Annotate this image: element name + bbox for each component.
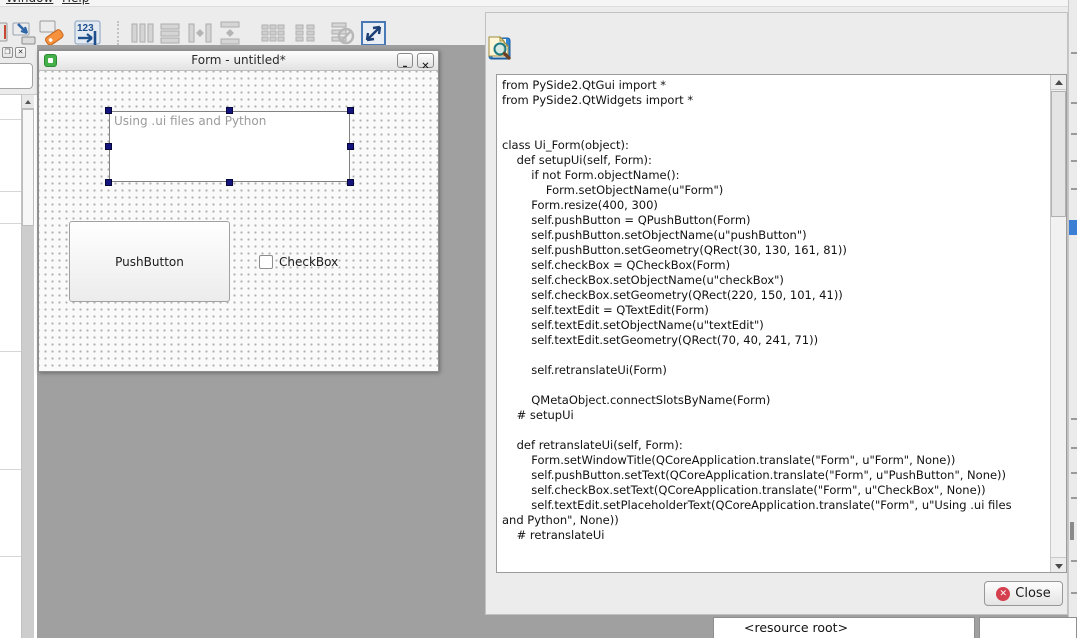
resource-browser-panel: <resource root> <box>713 617 975 638</box>
edit-tab-order-icon[interactable]: 123 <box>74 19 102 47</box>
selection-handle[interactable] <box>105 143 112 150</box>
widget-category-divider <box>0 556 22 557</box>
find-icon[interactable] <box>486 35 512 61</box>
qt-designer-screen: Window Help 123 <box>0 0 1077 638</box>
panel-float-icon[interactable]: ❐ <box>2 47 13 58</box>
tree-branch-tick <box>1071 52 1077 54</box>
panel-close-icon[interactable]: ✕ <box>15 47 26 58</box>
scroll-up-icon[interactable] <box>1051 75 1066 90</box>
tree-branch-tick <box>1071 133 1077 135</box>
form-window-titlebar[interactable]: Form - untitled* <box>39 51 438 71</box>
selected-row-sliver <box>1069 220 1077 235</box>
layout-horizontally-icon <box>128 19 156 47</box>
break-layout-icon <box>329 19 357 47</box>
selection-handle[interactable] <box>347 107 354 114</box>
widget-category-divider <box>0 351 22 352</box>
tree-branch-tick <box>1071 472 1077 474</box>
menu-help[interactable]: Help <box>62 0 89 5</box>
widget-box-list <box>0 94 37 638</box>
pushbutton-widget[interactable]: PushButton <box>69 221 230 302</box>
edit-signals-slots-icon[interactable] <box>11 19 39 47</box>
edit-buddies-icon[interactable] <box>39 19 67 47</box>
widget-box-scrollbar[interactable] <box>21 95 34 638</box>
selection-handle[interactable] <box>347 143 354 150</box>
widget-category-divider <box>0 223 22 224</box>
dialog-close-button[interactable]: Close <box>984 581 1063 606</box>
layout-grid-icon <box>259 19 287 47</box>
code-preview-dialog: from PySide2.QtGui import * from PySide2… <box>485 12 1068 615</box>
code-scrollbar[interactable] <box>1050 75 1066 572</box>
checkbox-label: CheckBox <box>279 255 338 269</box>
widget-box-panel: ❐ ✕ <box>0 45 37 638</box>
code-text-area[interactable]: from PySide2.QtGui import * from PySide2… <box>496 74 1067 573</box>
toolbar-separator <box>117 21 119 45</box>
textedit-placeholder: Using .ui files and Python <box>114 114 266 128</box>
widget-category-divider <box>0 469 22 470</box>
widget-category-divider <box>0 119 22 120</box>
tree-branch-tick <box>1071 102 1077 104</box>
menu-window[interactable]: Window <box>6 0 53 5</box>
tree-branch-tick <box>1071 592 1077 594</box>
textedit-widget[interactable]: Using .ui files and Python <box>109 111 350 182</box>
scrollbar-thumb[interactable] <box>1051 91 1066 217</box>
tree-branch-tick <box>1071 160 1077 162</box>
tree-branch-tick <box>1071 497 1077 499</box>
layout-form-icon <box>291 19 319 47</box>
resource-browser-side-panel <box>979 617 1077 638</box>
adjust-size-icon[interactable] <box>359 19 387 47</box>
form-canvas[interactable]: Using .ui files and Python PushButton Ch… <box>39 71 438 371</box>
scrollbar-thumb[interactable] <box>22 109 34 226</box>
selection-handle[interactable] <box>226 107 233 114</box>
tree-branch-tick <box>1071 188 1077 190</box>
selection-handle[interactable] <box>105 107 112 114</box>
tree-branch-tick <box>1071 447 1077 449</box>
selection-handle[interactable] <box>105 179 112 186</box>
tree-branch-tick <box>1071 560 1077 562</box>
widget-filter-input[interactable] <box>0 63 33 89</box>
form-editor-window: Form - untitled* Using .ui files and Pyt… <box>38 50 439 372</box>
layout-horizontally-splitter-icon <box>186 19 214 47</box>
resource-root-item[interactable]: <resource root> <box>744 620 848 635</box>
svg-text:123: 123 <box>77 23 94 34</box>
scroll-down-icon[interactable] <box>1051 557 1066 572</box>
checkbox-box[interactable] <box>259 255 273 269</box>
menubar: Window Help <box>0 0 1077 7</box>
tree-branch-tick <box>1071 418 1077 420</box>
scroll-up-icon[interactable] <box>22 95 34 109</box>
property-panel-edge <box>1068 0 1077 638</box>
layout-vertically-icon <box>156 19 184 47</box>
form-window-title: Form - untitled* <box>39 53 438 67</box>
selection-handle[interactable] <box>347 179 354 186</box>
widget-category-divider <box>0 191 22 192</box>
close-button-label: Close <box>1015 586 1050 601</box>
code-text[interactable]: from PySide2.QtGui import * from PySide2… <box>497 75 1049 543</box>
checkbox-widget[interactable]: CheckBox <box>259 241 360 282</box>
close-button[interactable] <box>417 53 434 68</box>
layout-vertically-splitter-icon <box>216 19 244 47</box>
selection-handle[interactable] <box>226 179 233 186</box>
pushbutton-label: PushButton <box>115 255 184 269</box>
close-circle-icon <box>996 587 1010 601</box>
minimize-button[interactable] <box>397 53 413 68</box>
scrollbar-sliver <box>1070 522 1074 540</box>
